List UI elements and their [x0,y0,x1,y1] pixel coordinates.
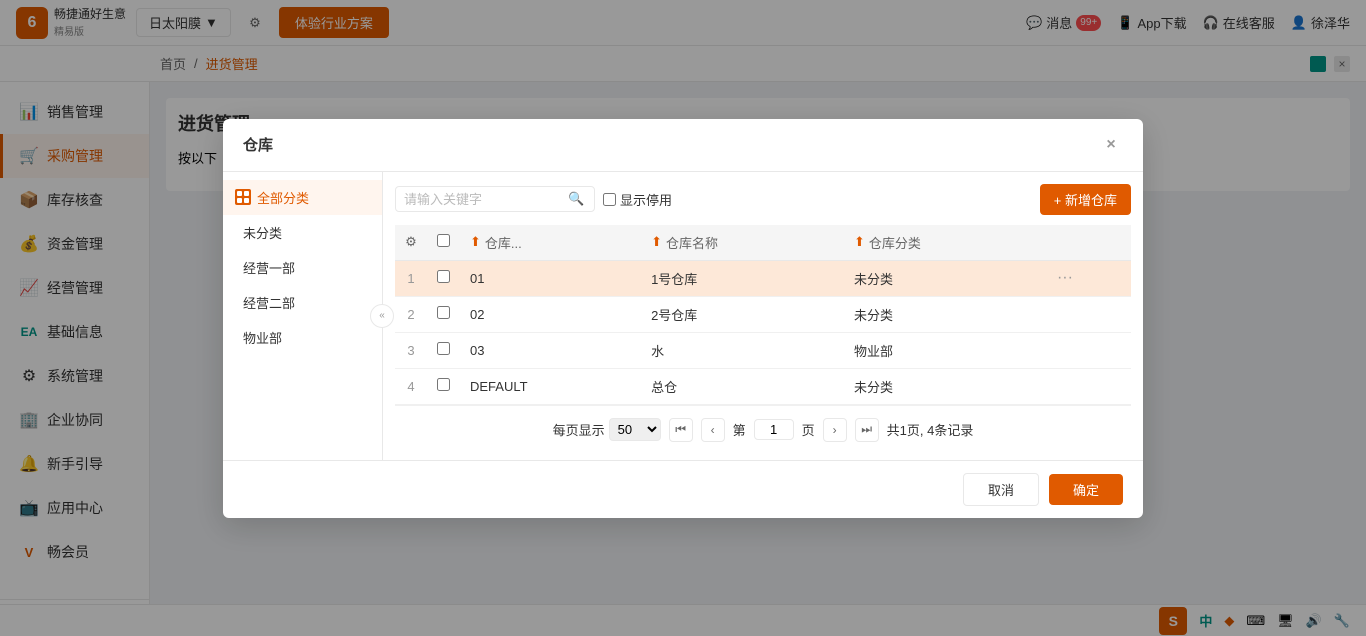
modal-header: 仓库 × [223,119,1143,172]
sort-name-icon[interactable]: ⬆ [651,234,662,250]
col-actions [1047,225,1131,261]
row-check[interactable] [427,296,460,332]
row-more[interactable] [1047,368,1131,404]
row-code: 02 [460,296,641,332]
first-page-button[interactable]: ⏮ [669,418,693,442]
page-input[interactable] [754,419,794,440]
category-item-dept2[interactable]: 经营二部 [223,285,382,320]
table-scroll: ⚙ ⬆ 仓库... ⬆ [395,225,1131,405]
col-gear[interactable]: ⚙ [395,225,427,261]
row-more[interactable] [1047,332,1131,368]
sort-cat-icon[interactable]: ⬆ [854,234,865,250]
category-panel: 全部分类 未分类 经营一部 经营二部 物业部 « [223,172,383,460]
row-more[interactable]: ··· [1047,260,1131,296]
modal-footer: 取消 确定 [223,460,1143,518]
category-item-unclassified[interactable]: 未分类 [223,215,382,250]
row-name: 总仓 [641,368,844,404]
new-warehouse-button[interactable]: + 新增仓库 [1040,184,1131,215]
show-disabled-check[interactable] [603,193,616,206]
warehouse-table: ⚙ ⬆ 仓库... ⬆ [395,225,1131,405]
show-disabled-checkbox[interactable]: 显示停用 [603,190,672,209]
select-all-checkbox[interactable] [437,234,450,247]
row-name: 水 [641,332,844,368]
sort-icon[interactable]: ⬆ [470,234,481,250]
modal-body: 全部分类 未分类 经营一部 经营二部 物业部 « 🔍 显 [223,172,1143,460]
table-row: 2 02 2号仓库 未分类 [395,296,1131,332]
search-icon: 🔍 [568,191,584,207]
row-code: 03 [460,332,641,368]
table-header: ⚙ ⬆ 仓库... ⬆ [395,225,1131,261]
per-page-select[interactable]: 50 100 [609,418,661,441]
warehouse-modal: 仓库 × 全部分类 未分类 经营一部 经营二部 物业部 [223,119,1143,518]
next-page-button[interactable]: › [823,418,847,442]
per-page-label: 每页显示 [553,420,605,439]
last-page-button[interactable]: ⏭ [855,418,879,442]
category-item-property[interactable]: 物业部 [223,320,382,355]
page-size: 每页显示 50 100 [553,418,661,441]
table-row: 3 03 水 物业部 [395,332,1131,368]
cancel-button[interactable]: 取消 [963,473,1039,506]
col-category: ⬆ 仓库分类 [844,225,1047,261]
row-name: 2号仓库 [641,296,844,332]
row-index: 2 [395,296,427,332]
show-disabled-label: 显示停用 [620,190,672,209]
category-collapse-button[interactable]: « [370,304,394,328]
col-check[interactable] [427,225,460,261]
category-all-icon [235,189,251,205]
row-check[interactable] [427,368,460,404]
col-code: ⬆ 仓库... [460,225,641,261]
total-info: 共1页, 4条记录 [887,420,974,439]
prev-page-button[interactable]: ‹ [701,418,725,442]
category-all-label: 全部分类 [257,188,309,207]
row-category: 未分类 [844,296,1047,332]
table-panel: 🔍 显示停用 + 新增仓库 ⚙ [383,172,1143,460]
table-row: 4 DEFAULT 总仓 未分类 [395,368,1131,404]
search-input[interactable] [404,192,564,207]
category-item-dept1[interactable]: 经营一部 [223,250,382,285]
row-index: 3 [395,332,427,368]
table-row: 1 01 1号仓库 未分类 ··· [395,260,1131,296]
row-check[interactable] [427,260,460,296]
confirm-button[interactable]: 确定 [1049,474,1123,505]
page-suffix: 页 [802,420,815,439]
pagination: 每页显示 50 100 ⏮ ‹ 第 页 › ⏭ 共1页, 4条记录 [395,405,1131,448]
modal-close-button[interactable]: × [1099,133,1123,157]
row-category: 物业部 [844,332,1047,368]
row-category: 未分类 [844,368,1047,404]
modal-title: 仓库 [243,134,273,155]
modal-overlay: 仓库 × 全部分类 未分类 经营一部 经营二部 物业部 [0,0,1366,636]
col-name: ⬆ 仓库名称 [641,225,844,261]
row-more[interactable] [1047,296,1131,332]
page-label: 第 [733,420,746,439]
table-body: 1 01 1号仓库 未分类 ··· 2 02 2 [395,260,1131,404]
row-name: 1号仓库 [641,260,844,296]
search-wrap: 🔍 [395,186,595,212]
row-check[interactable] [427,332,460,368]
row-index: 4 [395,368,427,404]
row-code: DEFAULT [460,368,641,404]
category-all[interactable]: 全部分类 [223,180,382,215]
table-toolbar: 🔍 显示停用 + 新增仓库 [395,184,1131,215]
row-category: 未分类 [844,260,1047,296]
row-code: 01 [460,260,641,296]
row-index: 1 [395,260,427,296]
